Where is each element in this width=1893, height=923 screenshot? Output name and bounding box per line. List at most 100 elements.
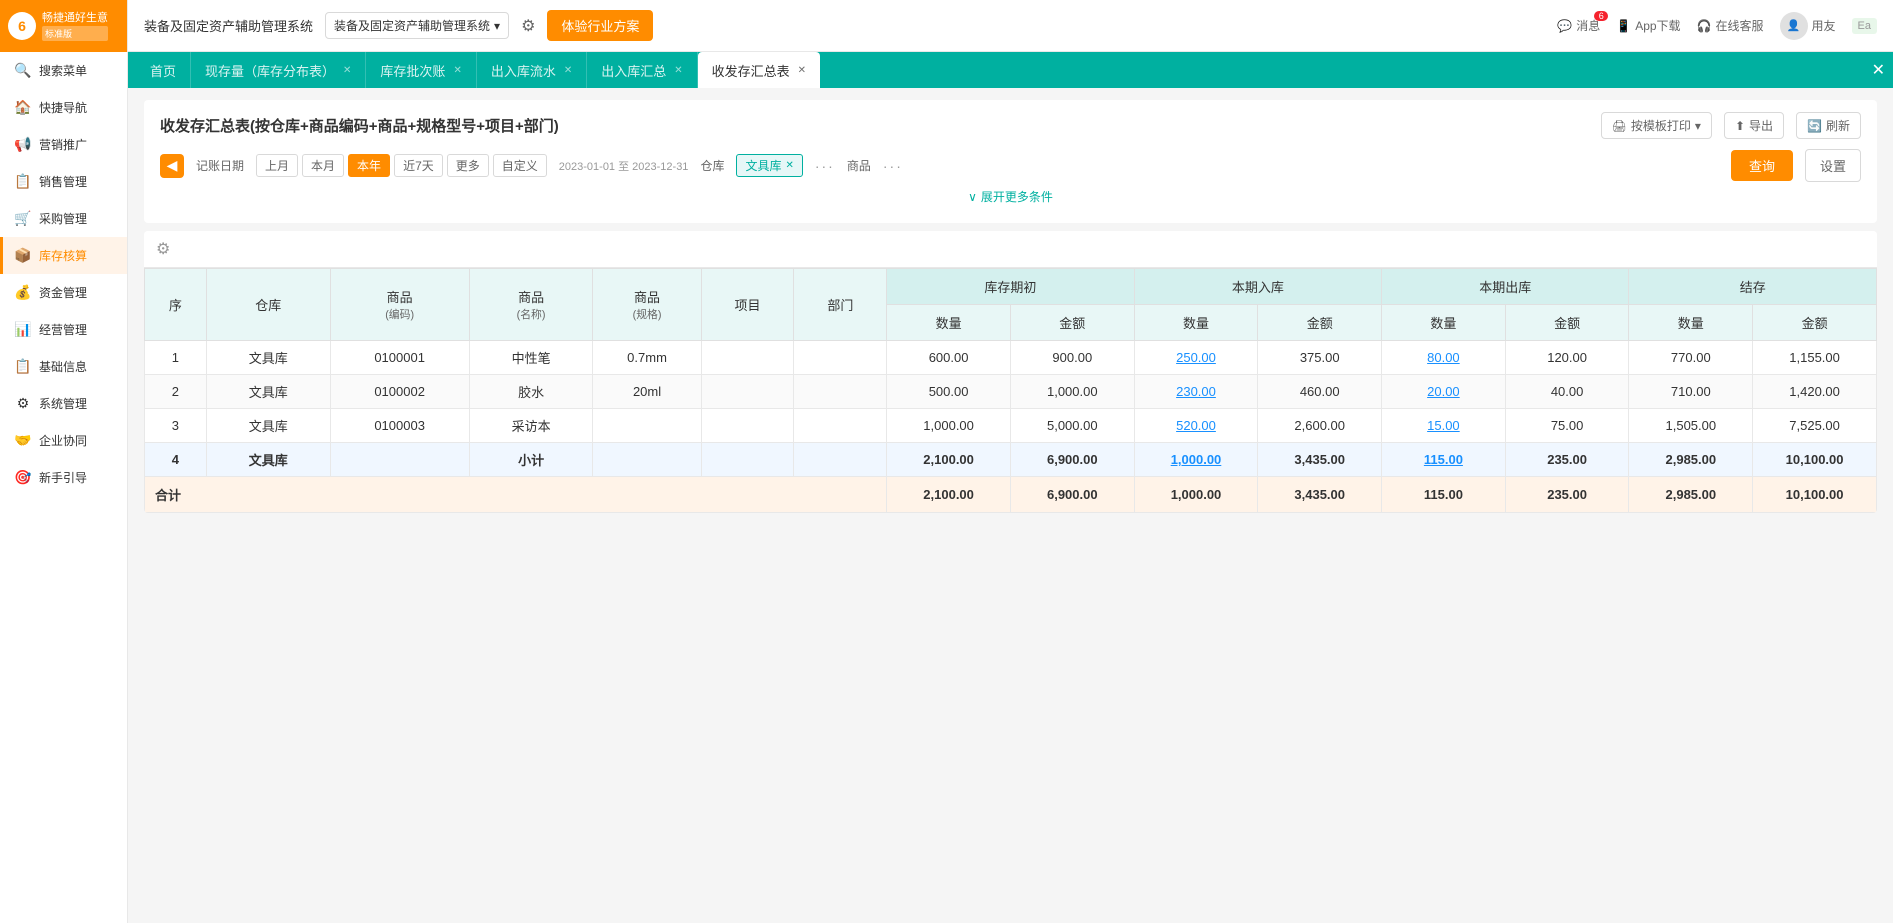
app-download-action[interactable]: 📱 App下载 <box>1616 17 1680 34</box>
refresh-icon: 🔄 <box>1807 119 1822 133</box>
tab-close-recv-send[interactable]: ✕ <box>798 65 806 76</box>
date-btn-7days[interactable]: 近7天 <box>394 154 443 177</box>
cell-dept <box>794 375 887 409</box>
cell-opening-amt: 6,900.00 <box>1010 443 1134 477</box>
cell-opening-qty: 2,100.00 <box>887 443 1011 477</box>
cell-closing-amt: 10,100.00 <box>1753 443 1877 477</box>
expand-icon: ∨ <box>968 190 977 204</box>
cell-out-qty[interactable]: 15.00 <box>1382 409 1506 443</box>
sidebar-item-search[interactable]: 🔍 搜索菜单 <box>0 52 127 89</box>
chevron-down-icon: ▾ <box>1695 119 1701 133</box>
cell-out-qty[interactable]: 80.00 <box>1382 341 1506 375</box>
goods-label: 商品 <box>847 157 871 174</box>
date-btn-last-month[interactable]: 上月 <box>256 154 298 177</box>
filter-toggle-button[interactable]: ◀ <box>160 154 184 178</box>
sidebar-icon-marketing: 📢 <box>15 137 31 153</box>
tab-flow[interactable]: 出入库流水✕ <box>477 52 587 88</box>
topbar-system-dropdown[interactable]: 装备及固定资产辅助管理系统 ▾ <box>325 12 509 39</box>
sidebar-icon-corp: 🤝 <box>15 433 31 449</box>
cell-in-qty[interactable]: 250.00 <box>1134 341 1258 375</box>
sidebar-item-guide[interactable]: 🎯 新手引导 <box>0 459 127 496</box>
tab-batch[interactable]: 库存批次账✕ <box>366 52 476 88</box>
cell-closing-amt: 7,525.00 <box>1753 409 1877 443</box>
sidebar-item-finance[interactable]: 💰 资金管理 <box>0 274 127 311</box>
total-closing-qty: 2,985.00 <box>1629 477 1753 513</box>
query-button[interactable]: 查询 <box>1731 150 1793 181</box>
cell-in-qty[interactable]: 230.00 <box>1134 375 1258 409</box>
topbar-right-badge: Ea <box>1852 18 1877 34</box>
cell-no: 3 <box>145 409 207 443</box>
gear-icon[interactable]: ⚙ <box>521 16 535 36</box>
topbar: 装备及固定资产辅助管理系统 装备及固定资产辅助管理系统 ▾ ⚙ 体验行业方案 💬… <box>128 0 1893 52</box>
sidebar-item-marketing[interactable]: 📢 营销推广 <box>0 126 127 163</box>
sidebar-item-basic[interactable]: 📋 基础信息 <box>0 348 127 385</box>
logo-text: 畅捷通好生意 <box>42 11 108 25</box>
tab-close-summary-io[interactable]: ✕ <box>674 65 682 76</box>
date-btn-custom[interactable]: 自定义 <box>493 154 547 177</box>
export-icon: ⬆ <box>1735 119 1745 133</box>
message-action[interactable]: 💬 消息 6 <box>1557 17 1600 34</box>
sidebar-item-operation[interactable]: 📊 经营管理 <box>0 311 127 348</box>
message-badge: 6 <box>1594 11 1608 21</box>
table-settings-icon[interactable]: ⚙ <box>156 239 170 259</box>
sidebar-icon-operation: 📊 <box>15 322 31 338</box>
tab-close-batch[interactable]: ✕ <box>453 65 461 76</box>
trial-button[interactable]: 体验行业方案 <box>547 10 653 41</box>
cell-name: 胶水 <box>469 375 593 409</box>
warehouse-tag-close-icon[interactable]: ✕ <box>785 160 793 171</box>
tab-home[interactable]: 首页 <box>136 52 191 88</box>
date-btn-more[interactable]: 更多 <box>447 154 489 177</box>
cell-spec: 20ml <box>593 375 701 409</box>
cell-closing-qty: 710.00 <box>1629 375 1753 409</box>
setting-button[interactable]: 设置 <box>1805 149 1861 182</box>
cell-dept <box>794 409 887 443</box>
cell-opening-amt: 5,000.00 <box>1010 409 1134 443</box>
sidebar-item-quick-nav[interactable]: 🏠 快捷导航 <box>0 89 127 126</box>
page-header: 收发存汇总表(按仓库+商品编码+商品+规格型号+项目+部门) 🖨 按模板打印 ▾… <box>144 100 1877 223</box>
tab-recv-send[interactable]: 收发存汇总表✕ <box>698 52 820 88</box>
sidebar-item-purchase[interactable]: 🛒 采购管理 <box>0 200 127 237</box>
message-icon: 💬 <box>1557 19 1572 33</box>
cell-in-qty[interactable]: 1,000.00 <box>1134 443 1258 477</box>
headset-icon: 🎧 <box>1697 19 1712 33</box>
date-btn-this-year[interactable]: 本年 <box>348 154 390 177</box>
col-header-goods-spec: 商品(规格) <box>593 269 701 341</box>
sidebar-item-system[interactable]: ⚙ 系统管理 <box>0 385 127 422</box>
cell-in-amt: 3,435.00 <box>1258 443 1382 477</box>
filter-toggle-icon: ◀ <box>167 157 178 174</box>
user-label: 用友 <box>1812 17 1836 34</box>
sidebar-item-sales[interactable]: 📋 销售管理 <box>0 163 127 200</box>
expand-more-button[interactable]: ∨ 展开更多条件 <box>160 182 1861 211</box>
sidebar-item-inventory[interactable]: 📦 库存核算 <box>0 237 127 274</box>
user-action[interactable]: 👤 用友 <box>1780 12 1836 40</box>
cell-out-qty[interactable]: 20.00 <box>1382 375 1506 409</box>
col-header-out: 本期出库 <box>1382 269 1629 305</box>
tab-summary-io[interactable]: 出入库汇总✕ <box>587 52 697 88</box>
print-button[interactable]: 🖨 按模板打印 ▾ <box>1601 112 1712 139</box>
tab-close-stock-dist[interactable]: ✕ <box>343 65 351 76</box>
tabs-bar: 首页现存量（库存分布表）✕库存批次账✕出入库流水✕出入库汇总✕收发存汇总表✕✕ <box>128 52 1893 88</box>
refresh-button[interactable]: 🔄 刷新 <box>1796 112 1861 139</box>
topbar-actions: 💬 消息 6 📱 App下载 🎧 在线客服 👤 用友 Ea <box>1557 12 1877 40</box>
topbar-system-title: 装备及固定资产辅助管理系统 <box>144 16 313 35</box>
total-in-qty: 1,000.00 <box>1134 477 1258 513</box>
tabs-close-all-button[interactable]: ✕ <box>1872 60 1885 80</box>
cell-out-qty[interactable]: 115.00 <box>1382 443 1506 477</box>
table-row: 1 文具库 0100001 中性笔 0.7mm 600.00 900.00 25… <box>145 341 1877 375</box>
cell-closing-qty: 1,505.00 <box>1629 409 1753 443</box>
table-row: 4 文具库 小计 2,100.00 6,900.00 1,000.00 3,43… <box>145 443 1877 477</box>
online-service-action[interactable]: 🎧 在线客服 <box>1697 17 1764 34</box>
goods-more-icon[interactable]: ··· <box>883 158 903 174</box>
sidebar-item-corp[interactable]: 🤝 企业协同 <box>0 422 127 459</box>
tab-stock-dist[interactable]: 现存量（库存分布表）✕ <box>191 52 366 88</box>
warehouse-tag[interactable]: 文具库 ✕ <box>736 154 802 177</box>
sidebar-label-guide: 新手引导 <box>39 469 87 486</box>
tab-close-flow[interactable]: ✕ <box>564 65 572 76</box>
cell-closing-qty: 770.00 <box>1629 341 1753 375</box>
cell-in-qty[interactable]: 520.00 <box>1134 409 1258 443</box>
export-button[interactable]: ⬆ 导出 <box>1724 112 1784 139</box>
col-header-opening-amt: 金额 <box>1010 305 1134 341</box>
date-btn-this-month[interactable]: 本月 <box>302 154 344 177</box>
warehouse-more-icon[interactable]: ··· <box>815 158 835 174</box>
total-opening-amt: 6,900.00 <box>1010 477 1134 513</box>
